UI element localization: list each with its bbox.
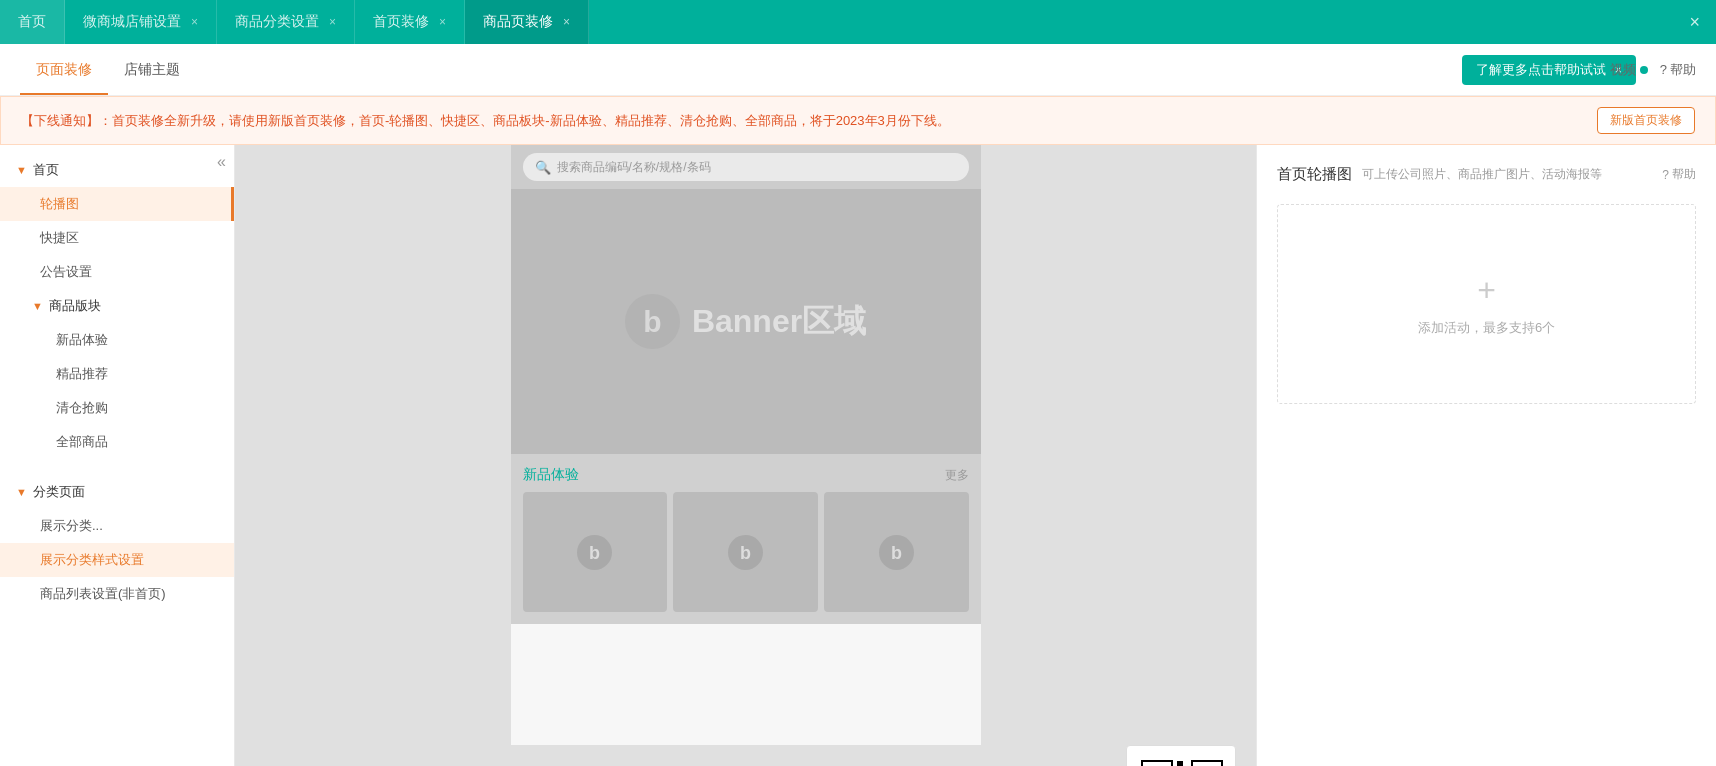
sidebar-collapse-button[interactable]: « [217, 153, 226, 171]
product-icon-1: b [577, 535, 612, 570]
product-section-more: 更多 [945, 467, 969, 484]
new-version-button[interactable]: 新版首页装修 [1597, 107, 1695, 134]
close-store-settings[interactable]: × [191, 15, 198, 29]
tab-category-settings[interactable]: 商品分类设置 × [217, 0, 355, 44]
sidebar-group-home-label: 首页 [33, 161, 59, 179]
close-product-decor[interactable]: × [563, 15, 570, 29]
svg-text:b: b [643, 305, 661, 338]
arrow-down-icon: ▼ [16, 164, 27, 176]
sidebar: « ▼ 首页 轮播图 快捷区 公告设置 ▼ 商品版块 新品体验 [0, 145, 235, 766]
search-icon: 🔍 [535, 160, 551, 175]
sidebar-category-section: ▼ 分类页面 展示分类... 展示分类样式设置 商品列表设置(非首页) [0, 467, 234, 619]
global-close-button[interactable]: × [1673, 0, 1716, 44]
notice-bar: 【下线通知】：首页装修全新升级，请使用新版首页装修，首页-轮播图、快捷区、商品板… [0, 96, 1716, 145]
qr-overlay: 扫码预览效果 [1126, 745, 1236, 766]
sidebar-home-section: ▼ 首页 轮播图 快捷区 公告设置 ▼ 商品版块 新品体验 精品推荐 [0, 145, 234, 467]
phone-frame: 🔍 搜索商品编码/名称/规格/条码 b Banner区域 新品 [511, 145, 981, 745]
sidebar-item-show-category[interactable]: 展示分类... [0, 509, 234, 543]
help-button[interactable]: ? 帮助 [1660, 61, 1696, 79]
help-banner-text: 了解更多点击帮助试试 [1476, 61, 1606, 79]
right-panel: 首页轮播图 可上传公司照片、商品推广图片、活动海报等 ? 帮助 + 添加活动，最… [1256, 145, 1716, 766]
close-home-decor[interactable]: × [439, 15, 446, 29]
product-icon-2: b [728, 535, 763, 570]
sidebar-item-category-style[interactable]: 展示分类样式设置 [0, 543, 234, 577]
preview-area: 🔍 搜索商品编码/名称/规格/条码 b Banner区域 新品 [235, 145, 1256, 766]
qr-code [1137, 756, 1227, 766]
help-label: 帮助 [1670, 61, 1696, 79]
video-label: 视频 [1610, 61, 1636, 79]
product-icon-3: b [879, 535, 914, 570]
banner-text: Banner区域 [692, 300, 866, 344]
video-dot [1640, 66, 1648, 74]
product-card-3: b [824, 492, 969, 612]
sidebar-item-product-list[interactable]: 商品列表设置(非首页) [0, 577, 234, 611]
sidebar-group-home[interactable]: ▼ 首页 [0, 153, 234, 187]
add-label: 添加活动，最多支持6个 [1418, 319, 1555, 337]
sub-tab-page-decor[interactable]: 页面装修 [20, 44, 108, 95]
sidebar-item-premium[interactable]: 精品推荐 [0, 357, 234, 391]
svg-text:b: b [891, 543, 902, 563]
svg-text:b: b [740, 543, 751, 563]
sidebar-item-clearance[interactable]: 清仓抢购 [0, 391, 234, 425]
arrow-down-icon-product: ▼ [32, 300, 43, 312]
product-section: 新品体验 更多 b b [511, 454, 981, 624]
add-activity-area[interactable]: + 添加活动，最多支持6个 [1277, 204, 1696, 404]
phone-search-box[interactable]: 🔍 搜索商品编码/名称/规格/条码 [523, 153, 969, 181]
help-question-icon: ? [1662, 168, 1669, 182]
right-panel-desc: 可上传公司照片、商品推广图片、活动海报等 [1362, 166, 1652, 183]
svg-text:b: b [589, 543, 600, 563]
arrow-down-icon-category: ▼ [16, 486, 27, 498]
video-button[interactable]: 视频 [1610, 61, 1648, 79]
sidebar-item-notice[interactable]: 公告设置 [0, 255, 234, 289]
sidebar-item-new-experience[interactable]: 新品体验 [0, 323, 234, 357]
tab-home-decor[interactable]: 首页装修 × [355, 0, 465, 44]
question-icon: ? [1660, 62, 1667, 77]
notice-text: 【下线通知】：首页装修全新升级，请使用新版首页装修，首页-轮播图、快捷区、商品板… [21, 112, 950, 130]
sidebar-item-all-products[interactable]: 全部商品 [0, 425, 234, 459]
sidebar-product-block-label: 商品版块 [49, 297, 101, 315]
sub-tab-bar: 页面装修 店铺主题 了解更多点击帮助试试 × 视频 ? 帮助 [0, 44, 1716, 96]
right-panel-header: 首页轮播图 可上传公司照片、商品推广图片、活动海报等 ? 帮助 [1277, 165, 1696, 184]
right-panel-help[interactable]: ? 帮助 [1662, 166, 1696, 183]
add-plus-icon: + [1477, 272, 1496, 309]
search-placeholder: 搜索商品编码/名称/规格/条码 [557, 159, 711, 176]
sidebar-item-shortcut[interactable]: 快捷区 [0, 221, 234, 255]
sidebar-group-category[interactable]: ▼ 分类页面 [0, 475, 234, 509]
banner-content: b Banner区域 [625, 294, 866, 349]
sub-tab-store-theme[interactable]: 店铺主题 [108, 44, 196, 95]
sub-tab-right-actions: 视频 ? 帮助 [1610, 61, 1696, 79]
product-section-header: 新品体验 更多 [523, 466, 969, 484]
right-panel-title: 首页轮播图 [1277, 165, 1352, 184]
phone-search-bar: 🔍 搜索商品编码/名称/规格/条码 [511, 145, 981, 189]
main-layout: « ▼ 首页 轮播图 快捷区 公告设置 ▼ 商品版块 新品体验 [0, 145, 1716, 766]
tab-bar: 首页 微商城店铺设置 × 商品分类设置 × 首页装修 × 商品页装修 × × [0, 0, 1716, 44]
tab-store-settings[interactable]: 微商城店铺设置 × [65, 0, 217, 44]
right-panel-help-label: 帮助 [1672, 166, 1696, 183]
sidebar-item-carousel[interactable]: 轮播图 [0, 187, 234, 221]
product-card-2: b [673, 492, 818, 612]
banner-area: b Banner区域 [511, 189, 981, 454]
product-card-1: b [523, 492, 668, 612]
tab-product-decor[interactable]: 商品页装修 × [465, 0, 589, 44]
tab-home[interactable]: 首页 [0, 0, 65, 44]
sidebar-group-product-block[interactable]: ▼ 商品版块 [0, 289, 234, 323]
product-section-title: 新品体验 [523, 466, 579, 484]
banner-b-icon: b [625, 294, 680, 349]
close-category-settings[interactable]: × [329, 15, 336, 29]
svg-rect-15 [1177, 761, 1183, 766]
sidebar-group-category-label: 分类页面 [33, 483, 85, 501]
product-grid: b b b [523, 492, 969, 612]
